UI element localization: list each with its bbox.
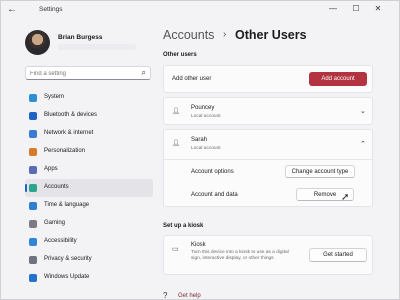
kiosk-card: ▭ Kiosk Turn this device into a kiosk to…: [163, 235, 373, 275]
person-icon: 👤︎: [172, 140, 181, 147]
settings-window: ← Settings — ☐ ✕ Brian Burgess ⌕ System B…: [0, 0, 400, 300]
sidebar-item-privacy-security[interactable]: Privacy & security: [25, 251, 153, 269]
user-name: Brian Burgess: [58, 34, 103, 41]
sidebar-item-network-internet[interactable]: Network & internet: [25, 125, 153, 143]
nav-icon: [29, 112, 37, 120]
page-title: Other Users: [235, 28, 307, 42]
minimize-icon[interactable]: —: [327, 4, 339, 13]
sidebar-item-windows-update[interactable]: Windows Update: [25, 269, 153, 287]
help-icon[interactable]: ?: [163, 291, 167, 299]
sidebar-item-label: Apps: [44, 166, 58, 172]
sidebar-item-label: Windows Update: [44, 274, 90, 280]
nav-icon: [29, 130, 37, 138]
account-options-label: Account options: [191, 169, 234, 175]
mouse-cursor-icon: ➚: [341, 192, 350, 203]
user-type-sarah: Local account: [191, 146, 221, 151]
sidebar-item-gaming[interactable]: Gaming: [25, 215, 153, 233]
search-box[interactable]: ⌕: [25, 66, 151, 80]
add-other-user-label: Add other user: [172, 76, 212, 82]
kiosk-icon: ▭: [172, 246, 179, 253]
maximize-icon[interactable]: ☐: [350, 4, 362, 13]
sidebar-item-accounts[interactable]: Accounts: [25, 179, 153, 197]
chevron-up-icon[interactable]: ⌃: [360, 140, 366, 148]
avatar: [25, 30, 50, 55]
sidebar-item-label: Gaming: [44, 220, 66, 226]
breadcrumb-accounts[interactable]: Accounts: [163, 28, 214, 42]
nav-icon: [29, 166, 37, 174]
nav-icon: [29, 202, 37, 210]
section-title-other-users: Other users: [163, 52, 197, 58]
sidebar-item-accessibility[interactable]: Accessibility: [25, 233, 153, 251]
sidebar-item-label: Bluetooth & devices: [44, 112, 98, 118]
get-help-link[interactable]: Get help: [178, 293, 201, 299]
sidebar-item-label: Privacy & security: [44, 256, 92, 262]
user-type-pouncey: Local account: [191, 114, 221, 119]
nav-icon: [29, 184, 37, 192]
sidebar-item-label: Personalization: [44, 148, 86, 154]
app-title: Settings: [39, 6, 63, 13]
search-icon: ⌕: [141, 68, 146, 77]
sidebar-item-label: System: [44, 94, 65, 100]
user-card-pouncey[interactable]: 👤︎ Pouncey Local account ⌄: [163, 97, 373, 125]
title-bar: ← Settings — ☐ ✕: [1, 1, 399, 19]
nav-icon: [29, 220, 37, 228]
section-title-kiosk: Set up a kiosk: [163, 223, 204, 229]
sidebar-item-label: Accounts: [44, 184, 69, 190]
sidebar-item-label: Network & internet: [44, 130, 94, 136]
close-icon[interactable]: ✕: [372, 4, 384, 13]
nav-icon: [29, 148, 37, 156]
get-started-button[interactable]: Get started: [309, 248, 367, 262]
add-account-button[interactable]: Add account: [309, 72, 367, 86]
account-and-data-label: Account and data: [191, 192, 238, 198]
sidebar-item-label: Time & language: [44, 202, 90, 208]
user-name-sarah: Sarah: [191, 137, 208, 143]
user-name-pouncey: Pouncey: [191, 105, 215, 111]
divider: [164, 159, 372, 160]
user-email-redacted: [58, 44, 136, 50]
user-profile: Brian Burgess: [25, 26, 165, 58]
kiosk-title: Kiosk: [191, 242, 206, 248]
back-arrow-icon[interactable]: ←: [7, 4, 17, 15]
change-account-type-button[interactable]: Change account type: [285, 165, 355, 178]
sidebar-item-apps[interactable]: Apps: [25, 161, 153, 179]
person-icon: 👤︎: [172, 108, 181, 115]
sidebar-item-personalization[interactable]: Personalization: [25, 143, 153, 161]
add-other-user-card: Add other user Add account: [163, 65, 373, 93]
sidebar-item-time-language[interactable]: Time & language: [25, 197, 153, 215]
nav-icon: [29, 94, 37, 102]
kiosk-description: Turn this device into a kiosk to use as …: [191, 250, 289, 261]
chevron-down-icon[interactable]: ⌄: [360, 107, 366, 115]
nav-icon: [29, 256, 37, 264]
sidebar-item-system[interactable]: System: [25, 89, 153, 107]
breadcrumb-separator: ›: [223, 29, 227, 40]
sidebar-item-bluetooth-devices[interactable]: Bluetooth & devices: [25, 107, 153, 125]
nav-icon: [29, 274, 37, 282]
nav-icon: [29, 238, 37, 246]
search-input[interactable]: [30, 69, 130, 78]
sidebar-nav: System Bluetooth & devices Network & inter…: [25, 89, 153, 287]
sidebar-item-label: Accessibility: [44, 238, 77, 244]
